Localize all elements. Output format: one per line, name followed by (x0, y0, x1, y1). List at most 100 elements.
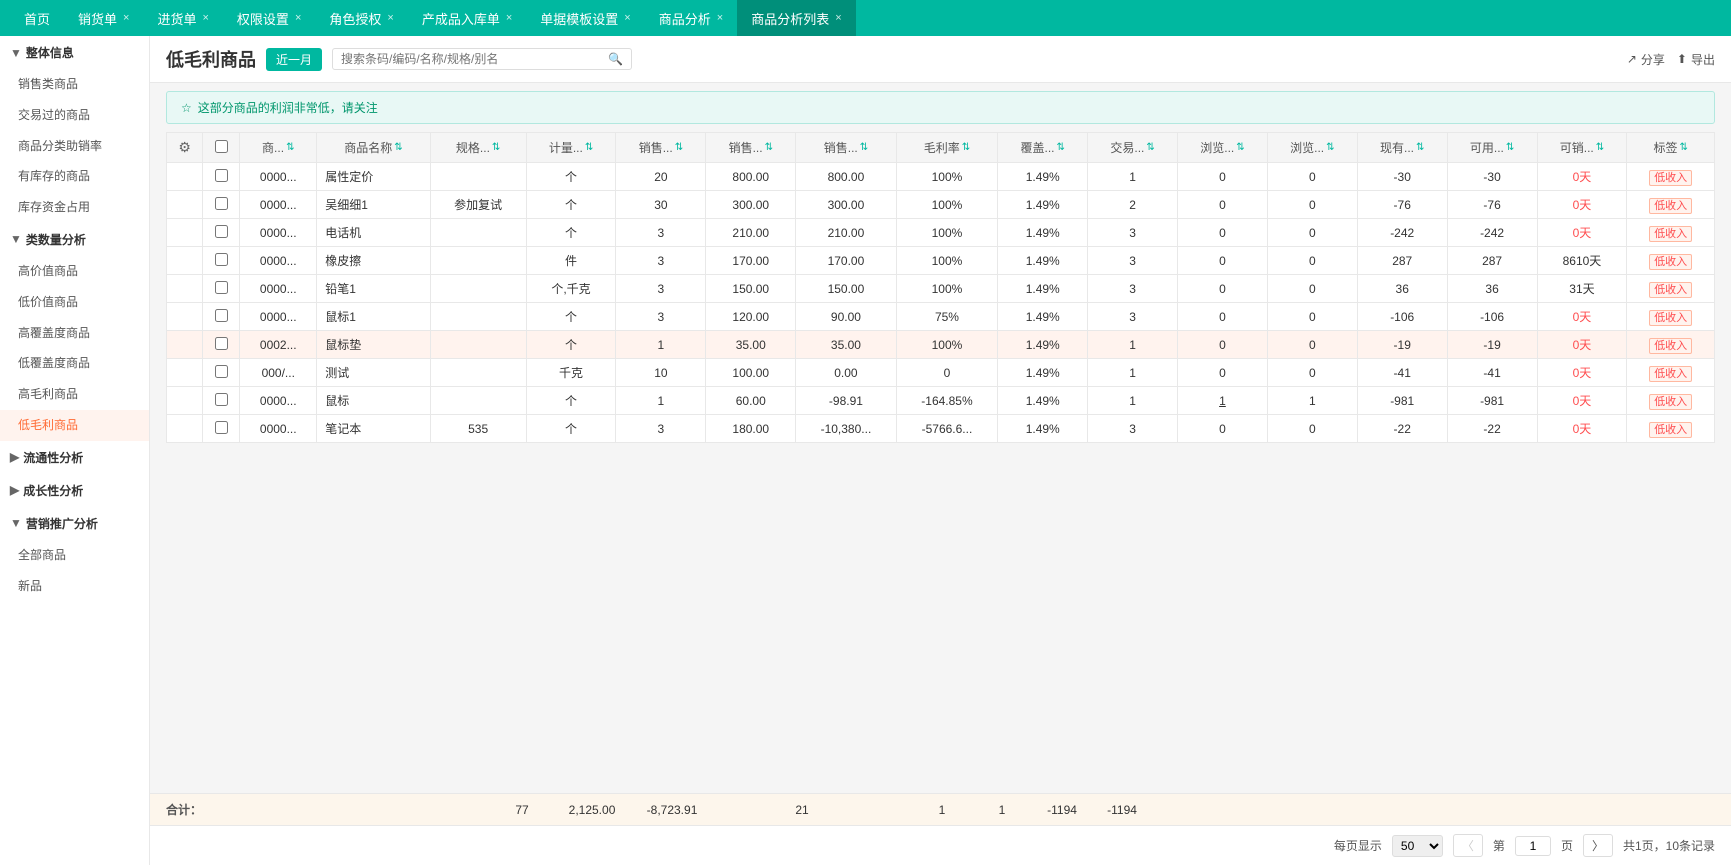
table-container[interactable]: ⚙ 商...⇅ 商品名称⇅ 规格...⇅ 计量...⇅ 销售...⇅ 销售...… (166, 132, 1715, 793)
row-checkbox-cell[interactable] (203, 163, 240, 191)
col-stock[interactable]: 现有...⇅ (1357, 133, 1447, 163)
col-settings[interactable]: ⚙ (167, 133, 203, 163)
sidebar-item-new-goods[interactable]: 新品 (0, 571, 149, 602)
row-qty: 30 (616, 191, 706, 219)
col-price[interactable]: 销售...⇅ (706, 133, 796, 163)
row-checkbox[interactable] (215, 253, 228, 266)
row-available: -242 (1447, 219, 1537, 247)
row-checkbox[interactable] (215, 337, 228, 350)
col-available[interactable]: 可用...⇅ (1447, 133, 1537, 163)
row-checkbox-cell[interactable] (203, 303, 240, 331)
nav-home[interactable]: 首页 (10, 0, 64, 36)
row-checkbox-cell[interactable] (203, 387, 240, 415)
sidebar-item-high-coverage[interactable]: 高覆盖度商品 (0, 318, 149, 349)
share-button[interactable]: ↗ 分享 (1627, 51, 1665, 68)
col-profit-rate[interactable]: 毛利率⇅ (896, 133, 998, 163)
row-saleable: 0天 (1537, 219, 1627, 247)
row-checkbox-cell[interactable] (203, 275, 240, 303)
row-settings (167, 219, 203, 247)
row-checkbox-cell[interactable] (203, 331, 240, 359)
nav-sales[interactable]: 销货单 × (64, 0, 143, 36)
nav-goods-analysis-list-close[interactable]: × (835, 12, 841, 24)
row-checkbox-cell[interactable] (203, 415, 240, 443)
sidebar-group-overall[interactable]: ▼ 整体信息 (0, 36, 149, 69)
sidebar-item-sales-goods[interactable]: 销售类商品 (0, 69, 149, 100)
sidebar-item-all-goods[interactable]: 全部商品 (0, 540, 149, 571)
nav-permissions[interactable]: 权限设置 × (223, 0, 315, 36)
row-checkbox[interactable] (215, 365, 228, 378)
row-checkbox[interactable] (215, 225, 228, 238)
sidebar-item-high-margin[interactable]: 高毛利商品 (0, 379, 149, 410)
nav-products[interactable]: 产成品入库单 × (408, 0, 526, 36)
nav-goods-analysis[interactable]: 商品分析 × (645, 0, 737, 36)
footer-sales-val: -8,723.91 (632, 803, 712, 817)
sort-icon: ⇅ (286, 142, 294, 153)
col-browse1[interactable]: 浏览...⇅ (1178, 133, 1268, 163)
settings-icon[interactable]: ⚙ (178, 139, 191, 155)
sidebar-item-low-value[interactable]: 低价值商品 (0, 287, 149, 318)
row-checkbox[interactable] (215, 309, 228, 322)
sidebar-item-stocked-goods[interactable]: 有库存的商品 (0, 161, 149, 192)
sidebar-item-low-margin[interactable]: 低毛利商品 (0, 410, 149, 441)
sidebar-group-growth-label: 成长性分析 (23, 482, 83, 499)
row-browse1[interactable]: 1 (1178, 387, 1268, 415)
chevron-down-icon: ▼ (10, 46, 22, 60)
col-qty[interactable]: 销售...⇅ (616, 133, 706, 163)
select-all-checkbox[interactable] (215, 140, 228, 153)
sidebar-group-circulation[interactable]: ▶ 流通性分析 (0, 441, 149, 474)
sidebar-item-category-rate[interactable]: 商品分类助销率 (0, 131, 149, 162)
tag-badge: 低收入 (1649, 198, 1692, 214)
row-name: 属性定价 (317, 163, 430, 191)
row-coverage: 2 (1088, 191, 1178, 219)
nav-purchase-close[interactable]: × (202, 12, 208, 24)
col-name[interactable]: 商品名称⇅ (317, 133, 430, 163)
nav-purchase[interactable]: 进货单 × (143, 0, 222, 36)
sidebar-item-traded-goods[interactable]: 交易过的商品 (0, 100, 149, 131)
nav-goods-analysis-list[interactable]: 商品分析列表 × (737, 0, 855, 36)
row-checkbox-cell[interactable] (203, 191, 240, 219)
search-icon[interactable]: 🔍 (608, 52, 623, 66)
row-checkbox[interactable] (215, 281, 228, 294)
nav-templates[interactable]: 单据模板设置 × (526, 0, 644, 36)
nav-products-close[interactable]: × (506, 12, 512, 24)
export-button[interactable]: ⬆ 导出 (1677, 51, 1715, 68)
col-coverage[interactable]: 交易...⇅ (1088, 133, 1178, 163)
prev-page-button[interactable]: 〈 (1453, 834, 1483, 857)
nav-sales-close[interactable]: × (123, 12, 129, 24)
row-checkbox-cell[interactable] (203, 219, 240, 247)
row-checkbox[interactable] (215, 169, 228, 182)
col-sales[interactable]: 销售...⇅ (796, 133, 896, 163)
row-checkbox[interactable] (215, 197, 228, 210)
sidebar-group-quantity[interactable]: ▼ 类数量分析 (0, 223, 149, 256)
filter-period-button[interactable]: 近一月 (266, 48, 322, 71)
col-gross-rate[interactable]: 覆盖...⇅ (998, 133, 1088, 163)
nav-templates-close[interactable]: × (624, 12, 630, 24)
row-checkbox[interactable] (215, 421, 228, 434)
sidebar-group-growth[interactable]: ▶ 成长性分析 (0, 474, 149, 507)
sort-icon: ⇅ (1596, 142, 1604, 153)
nav-roles-close[interactable]: × (387, 12, 393, 24)
sidebar-item-high-value[interactable]: 高价值商品 (0, 256, 149, 287)
col-checkbox[interactable] (203, 133, 240, 163)
row-checkbox-cell[interactable] (203, 247, 240, 275)
sidebar-item-capital-usage[interactable]: 库存资金占用 (0, 192, 149, 223)
col-spec[interactable]: 规格...⇅ (430, 133, 526, 163)
page-size-select[interactable]: 50 100 200 (1392, 835, 1443, 857)
row-stock: -22 (1357, 415, 1447, 443)
col-tag[interactable]: 标签⇅ (1627, 133, 1715, 163)
sidebar-item-low-coverage[interactable]: 低覆盖度商品 (0, 348, 149, 379)
nav-permissions-close[interactable]: × (295, 12, 301, 24)
row-checkbox-cell[interactable] (203, 359, 240, 387)
page-number-input[interactable] (1515, 836, 1551, 856)
col-code[interactable]: 商...⇅ (240, 133, 317, 163)
col-browse2[interactable]: 浏览...⇅ (1267, 133, 1357, 163)
row-checkbox[interactable] (215, 393, 228, 406)
next-page-button[interactable]: 〉 (1583, 834, 1613, 857)
nav-goods-analysis-close[interactable]: × (717, 12, 723, 24)
search-input[interactable] (341, 52, 604, 66)
nav-roles[interactable]: 角色授权 × (315, 0, 407, 36)
sidebar-group-marketing[interactable]: ▼ 营销推广分析 (0, 507, 149, 540)
col-saleable[interactable]: 可销...⇅ (1537, 133, 1627, 163)
col-unit[interactable]: 计量...⇅ (526, 133, 616, 163)
row-code: 0000... (240, 191, 317, 219)
